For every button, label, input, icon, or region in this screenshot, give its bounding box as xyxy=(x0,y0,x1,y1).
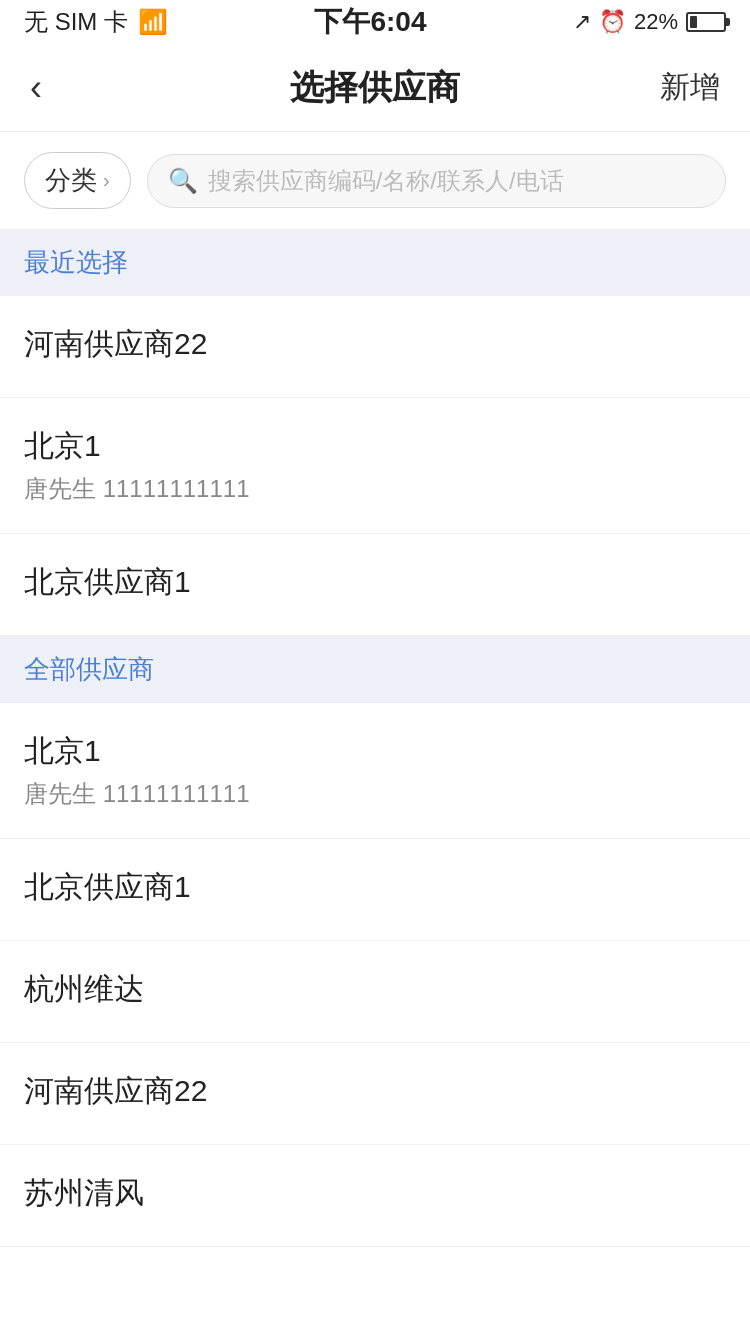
list-item[interactable]: 河南供应商22 xyxy=(0,1043,750,1145)
page-title: 选择供应商 xyxy=(290,65,460,111)
category-chevron-icon: › xyxy=(103,169,110,192)
category-label: 分类 xyxy=(45,163,97,198)
item-name: 北京1 xyxy=(24,731,726,772)
list-item[interactable]: 北京1 唐先生 11111111111 xyxy=(0,703,750,839)
item-name: 北京1 xyxy=(24,426,726,467)
alarm-icon: ⏰ xyxy=(599,9,626,35)
search-icon: 🔍 xyxy=(168,167,198,195)
list-item[interactable]: 苏州清风 xyxy=(0,1145,750,1247)
list-item[interactable]: 北京1 唐先生 11111111111 xyxy=(0,398,750,534)
back-button[interactable]: ‹ xyxy=(30,67,90,109)
status-time: 下午6:04 xyxy=(314,3,426,41)
location-icon: ↗ xyxy=(573,9,591,35)
item-name: 杭州维达 xyxy=(24,969,726,1010)
list-item[interactable]: 杭州维达 xyxy=(0,941,750,1043)
list-item[interactable]: 河南供应商22 xyxy=(0,296,750,398)
item-name: 河南供应商22 xyxy=(24,1071,726,1112)
recent-list: 河南供应商22 北京1 唐先生 11111111111 北京供应商1 xyxy=(0,296,750,636)
item-contact: 唐先生 11111111111 xyxy=(24,778,726,810)
all-list: 北京1 唐先生 11111111111 北京供应商1 杭州维达 河南供应商22 … xyxy=(0,703,750,1247)
item-name: 北京供应商1 xyxy=(24,562,726,603)
nav-bar: ‹ 选择供应商 新增 xyxy=(0,44,750,132)
list-item[interactable]: 北京供应商1 xyxy=(0,839,750,941)
battery-percent: 22% xyxy=(634,9,678,35)
item-contact: 唐先生 11111111111 xyxy=(24,473,726,505)
status-bar: 无 SIM 卡 📶 下午6:04 ↗ ⏰ 22% xyxy=(0,0,750,44)
item-name: 河南供应商22 xyxy=(24,324,726,365)
recent-section-header: 最近选择 xyxy=(0,229,750,296)
category-button[interactable]: 分类 › xyxy=(24,152,131,209)
no-sim-text: 无 SIM 卡 xyxy=(24,6,128,38)
add-button[interactable]: 新增 xyxy=(660,67,720,108)
status-left: 无 SIM 卡 📶 xyxy=(24,6,168,38)
list-item[interactable]: 北京供应商1 xyxy=(0,534,750,636)
search-placeholder: 搜索供应商编码/名称/联系人/电话 xyxy=(208,165,564,197)
item-name: 北京供应商1 xyxy=(24,867,726,908)
search-box[interactable]: 🔍 搜索供应商编码/名称/联系人/电话 xyxy=(147,154,726,208)
all-section-header: 全部供应商 xyxy=(0,636,750,703)
filter-bar: 分类 › 🔍 搜索供应商编码/名称/联系人/电话 xyxy=(0,132,750,229)
status-right: ↗ ⏰ 22% xyxy=(573,9,726,35)
wifi-icon: 📶 xyxy=(138,8,168,36)
battery-icon xyxy=(686,12,726,32)
item-name: 苏州清风 xyxy=(24,1173,726,1214)
